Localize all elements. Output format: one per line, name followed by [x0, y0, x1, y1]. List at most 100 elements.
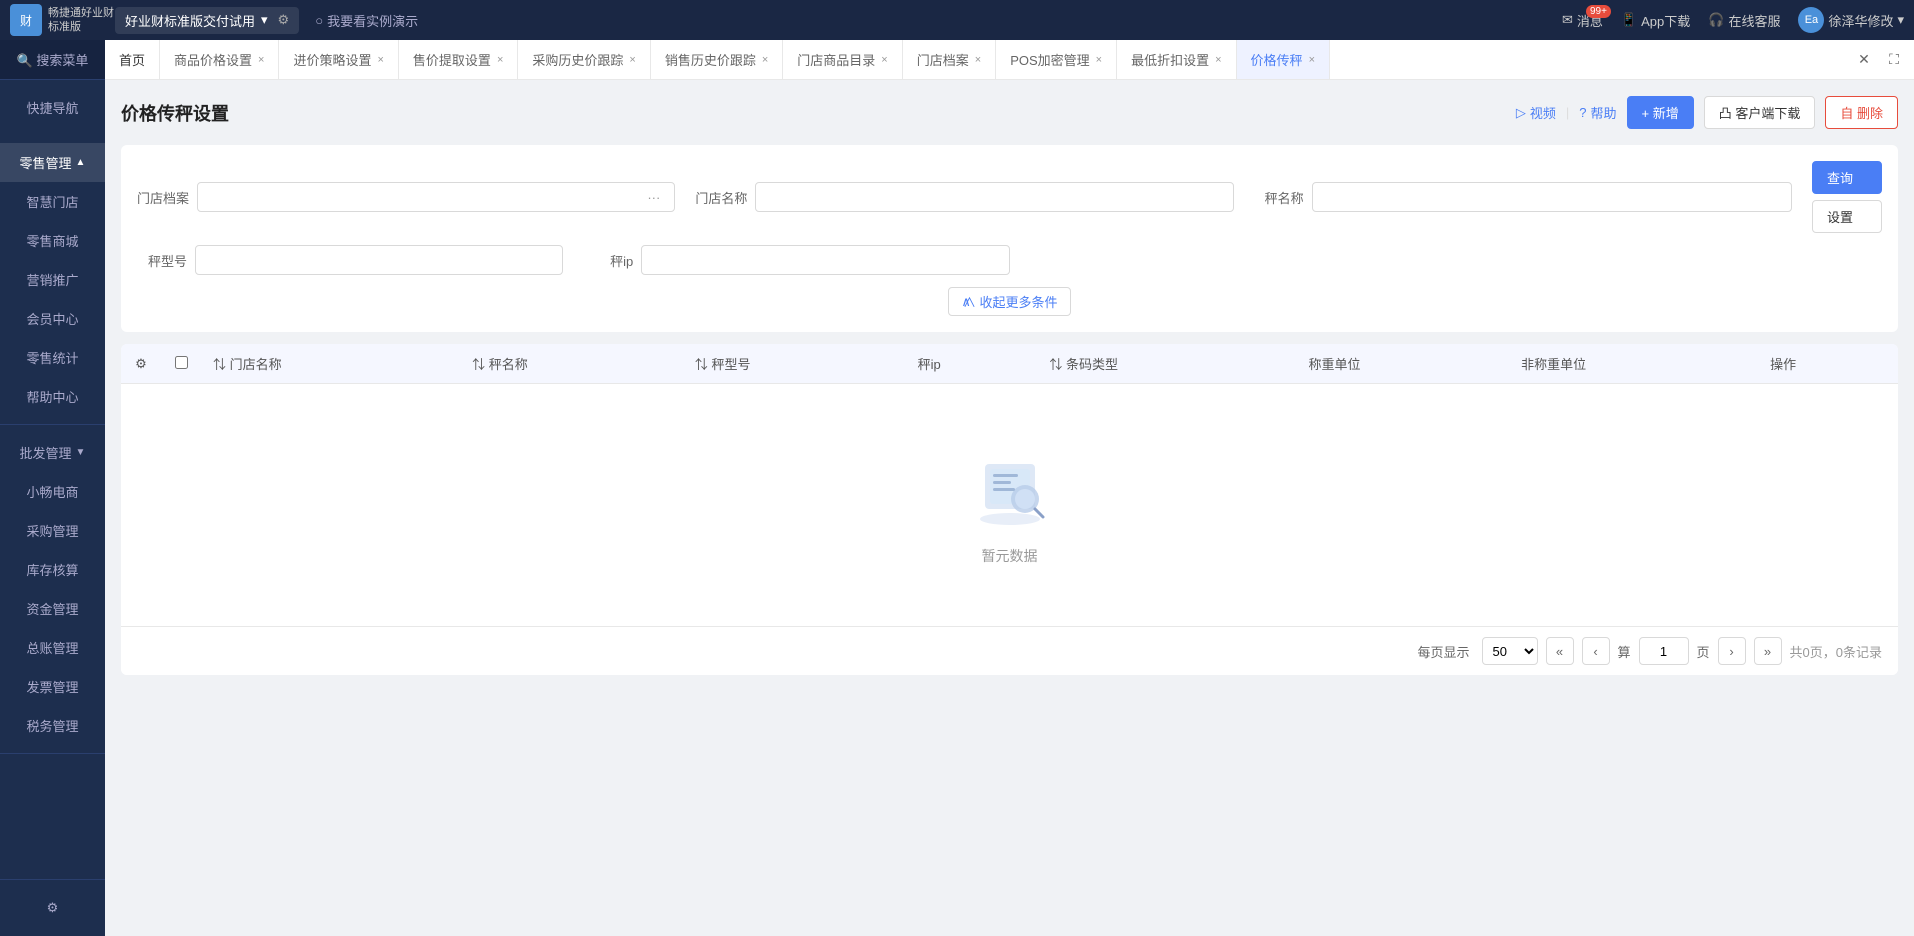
- tab-expand-button[interactable]: ⛶: [1882, 48, 1906, 72]
- sidebar-item-retail-stats[interactable]: 零售统计: [0, 338, 105, 377]
- sidebar-item-help-center[interactable]: 帮助中心: [0, 377, 105, 416]
- settings-icon[interactable]: ⚙: [278, 12, 290, 28]
- tab-close-store-profile[interactable]: ×: [975, 54, 981, 66]
- scale-ip-label: 秤ip: [583, 251, 633, 270]
- tab-close-purchase-history[interactable]: ×: [629, 54, 635, 66]
- help-link[interactable]: ? 帮助: [1579, 103, 1616, 122]
- tab-price-settings[interactable]: 商品价格设置 ×: [160, 40, 279, 80]
- tab-purchase-history[interactable]: 采购历史价跟踪 ×: [518, 40, 650, 80]
- collapse-button[interactable]: ∧ ∧ 收起更多条件: [948, 287, 1070, 316]
- sidebar-item-quick-nav[interactable]: 快捷导航: [0, 88, 105, 127]
- video-link[interactable]: ▷ 视频: [1516, 103, 1556, 122]
- sidebar-item-retail-management[interactable]: 零售管理 ▲: [0, 143, 105, 182]
- page-title: 价格传秤设置: [121, 100, 229, 126]
- tab-pos-encrypt[interactable]: POS加密管理 ×: [996, 40, 1117, 80]
- first-page-button[interactable]: «: [1546, 637, 1574, 665]
- table-header-operation: 操作: [1758, 344, 1898, 384]
- page-header: 价格传秤设置 ▷ 视频 | ? 帮助 + 新增: [121, 96, 1898, 129]
- help-icon: ?: [1579, 105, 1586, 120]
- tab-price-scale[interactable]: 价格传秤 ×: [1237, 40, 1330, 80]
- tab-store-catalog[interactable]: 门店商品目录 ×: [783, 40, 902, 80]
- empty-text: 暂元数据: [982, 546, 1038, 566]
- table-header-checkbox: [161, 344, 201, 384]
- tab-store-profile[interactable]: 门店档案 ×: [903, 40, 996, 80]
- tab-bar-actions: ✕ ⛶: [1844, 48, 1914, 72]
- sidebar-item-ecommerce[interactable]: 小畅电商: [0, 472, 105, 511]
- table-header-scale-ip: 秤ip: [906, 344, 1038, 384]
- tab-sale-extract[interactable]: 售价提取设置 ×: [399, 40, 518, 80]
- chevron-down-icon: ▼: [76, 447, 86, 458]
- scale-model-input[interactable]: [195, 245, 563, 275]
- messages-button[interactable]: ✉ 消息 99+: [1562, 11, 1603, 30]
- tab-sales-history[interactable]: 销售历史价跟踪 ×: [651, 40, 783, 80]
- prev-page-button[interactable]: ‹: [1582, 637, 1610, 665]
- tab-close-price-scale[interactable]: ×: [1309, 54, 1315, 66]
- sidebar-item-wholesale-management[interactable]: 批发管理 ▼: [0, 433, 105, 472]
- table-header-store-name[interactable]: ⇅ 门店名称: [201, 344, 460, 384]
- delete-button[interactable]: 自 删除: [1825, 96, 1898, 129]
- scale-ip-input[interactable]: [641, 245, 1009, 275]
- chevron-up-icon: ▲: [76, 157, 86, 168]
- store-profile-dots[interactable]: ···: [641, 190, 666, 205]
- sidebar-item-inventory[interactable]: 库存核算: [0, 550, 105, 589]
- online-service-button[interactable]: 🎧 在线客服: [1708, 11, 1780, 30]
- sidebar-search[interactable]: 🔍 搜索菜单: [0, 40, 105, 80]
- tab-min-discount[interactable]: 最低折扣设置 ×: [1117, 40, 1236, 80]
- version-selector[interactable]: 好业财标准版交付试用 ▾ ⚙: [115, 7, 299, 34]
- pagination: 每页显示 50 10 20 100 « ‹ 算: [121, 626, 1898, 675]
- settings-filter-button[interactable]: 设置: [1812, 200, 1882, 233]
- search-icon: 🔍: [17, 53, 33, 68]
- first-page-icon: «: [1556, 644, 1563, 659]
- store-profile-input[interactable]: [206, 183, 641, 211]
- tab-close-pos-encrypt[interactable]: ×: [1096, 54, 1102, 66]
- filter-panel: 门店档案 ··· 门店名称 秤名称: [121, 145, 1898, 332]
- scale-name-input[interactable]: [1312, 182, 1792, 212]
- tab-close-sale-extract[interactable]: ×: [497, 54, 503, 66]
- table-header-gear[interactable]: ⚙: [121, 344, 161, 384]
- user-menu[interactable]: Ea 徐泽华修改 ▾: [1798, 7, 1904, 33]
- tab-purchase-strategy[interactable]: 进价策略设置 ×: [279, 40, 398, 80]
- app-download-button[interactable]: 📱 App下载: [1621, 11, 1690, 30]
- sidebar-item-smart-store[interactable]: 智慧门店: [0, 182, 105, 221]
- sidebar-item-member-center[interactable]: 会员中心: [0, 299, 105, 338]
- scale-name-label: 秤名称: [1254, 188, 1304, 207]
- tab-home[interactable]: 首页: [105, 40, 160, 80]
- download-button[interactable]: 凸 客户端下载: [1704, 96, 1816, 129]
- tab-close-price-settings[interactable]: ×: [258, 54, 264, 66]
- scale-model-label: 秤型号: [137, 251, 187, 270]
- tab-bar: 首页 商品价格设置 × 进价策略设置 × 售价提取设置 × 采购历史价跟踪 ×: [105, 40, 1914, 80]
- avatar: Ea: [1798, 7, 1824, 33]
- page-content: 价格传秤设置 ▷ 视频 | ? 帮助 + 新增: [105, 80, 1914, 936]
- filter-scale-name: 秤名称: [1254, 182, 1792, 212]
- sidebar-item-general-ledger[interactable]: 总账管理: [0, 628, 105, 667]
- sidebar-item-procurement[interactable]: 采购管理: [0, 511, 105, 550]
- add-button[interactable]: + 新增: [1627, 96, 1694, 129]
- table-container: ⚙ ⇅ 门店名称 ⇅ 秤名称: [121, 344, 1898, 675]
- page-size-select[interactable]: 50 10 20 100: [1482, 637, 1538, 665]
- tab-close-purchase-strategy[interactable]: ×: [377, 54, 383, 66]
- sidebar-item-finance[interactable]: 资金管理: [0, 589, 105, 628]
- table-header-scale-model[interactable]: ⇅ 秤型号: [683, 344, 906, 384]
- demo-link[interactable]: ○ 我要看实例演示: [315, 11, 418, 30]
- sidebar-item-invoice[interactable]: 发票管理: [0, 667, 105, 706]
- last-page-button[interactable]: »: [1754, 637, 1782, 665]
- sidebar-settings-button[interactable]: ⚙: [0, 890, 105, 926]
- sidebar-item-tax[interactable]: 税务管理: [0, 706, 105, 745]
- store-name-input[interactable]: [755, 182, 1233, 212]
- tab-close-sales-history[interactable]: ×: [762, 54, 768, 66]
- page-number-input[interactable]: [1639, 637, 1689, 665]
- table-header-scale-name[interactable]: ⇅ 秤名称: [460, 344, 683, 384]
- page-size-label: 每页显示: [1417, 642, 1469, 661]
- tab-close-store-catalog[interactable]: ×: [881, 54, 887, 66]
- filter-scale-ip: 秤ip: [583, 245, 1009, 275]
- select-all-checkbox[interactable]: [175, 356, 188, 369]
- sidebar-item-retail-mall[interactable]: 零售商城: [0, 221, 105, 260]
- query-button[interactable]: 查询: [1812, 161, 1882, 194]
- tab-close-button[interactable]: ✕: [1852, 48, 1876, 72]
- next-page-button[interactable]: ›: [1718, 637, 1746, 665]
- table-header-barcode-type[interactable]: ⇅ 条码类型: [1037, 344, 1296, 384]
- sidebar-item-marketing[interactable]: 营销推广: [0, 260, 105, 299]
- sidebar-bottom: ⚙: [0, 879, 105, 936]
- prev-page-icon: ‹: [1593, 644, 1597, 659]
- tab-close-min-discount[interactable]: ×: [1215, 54, 1221, 66]
